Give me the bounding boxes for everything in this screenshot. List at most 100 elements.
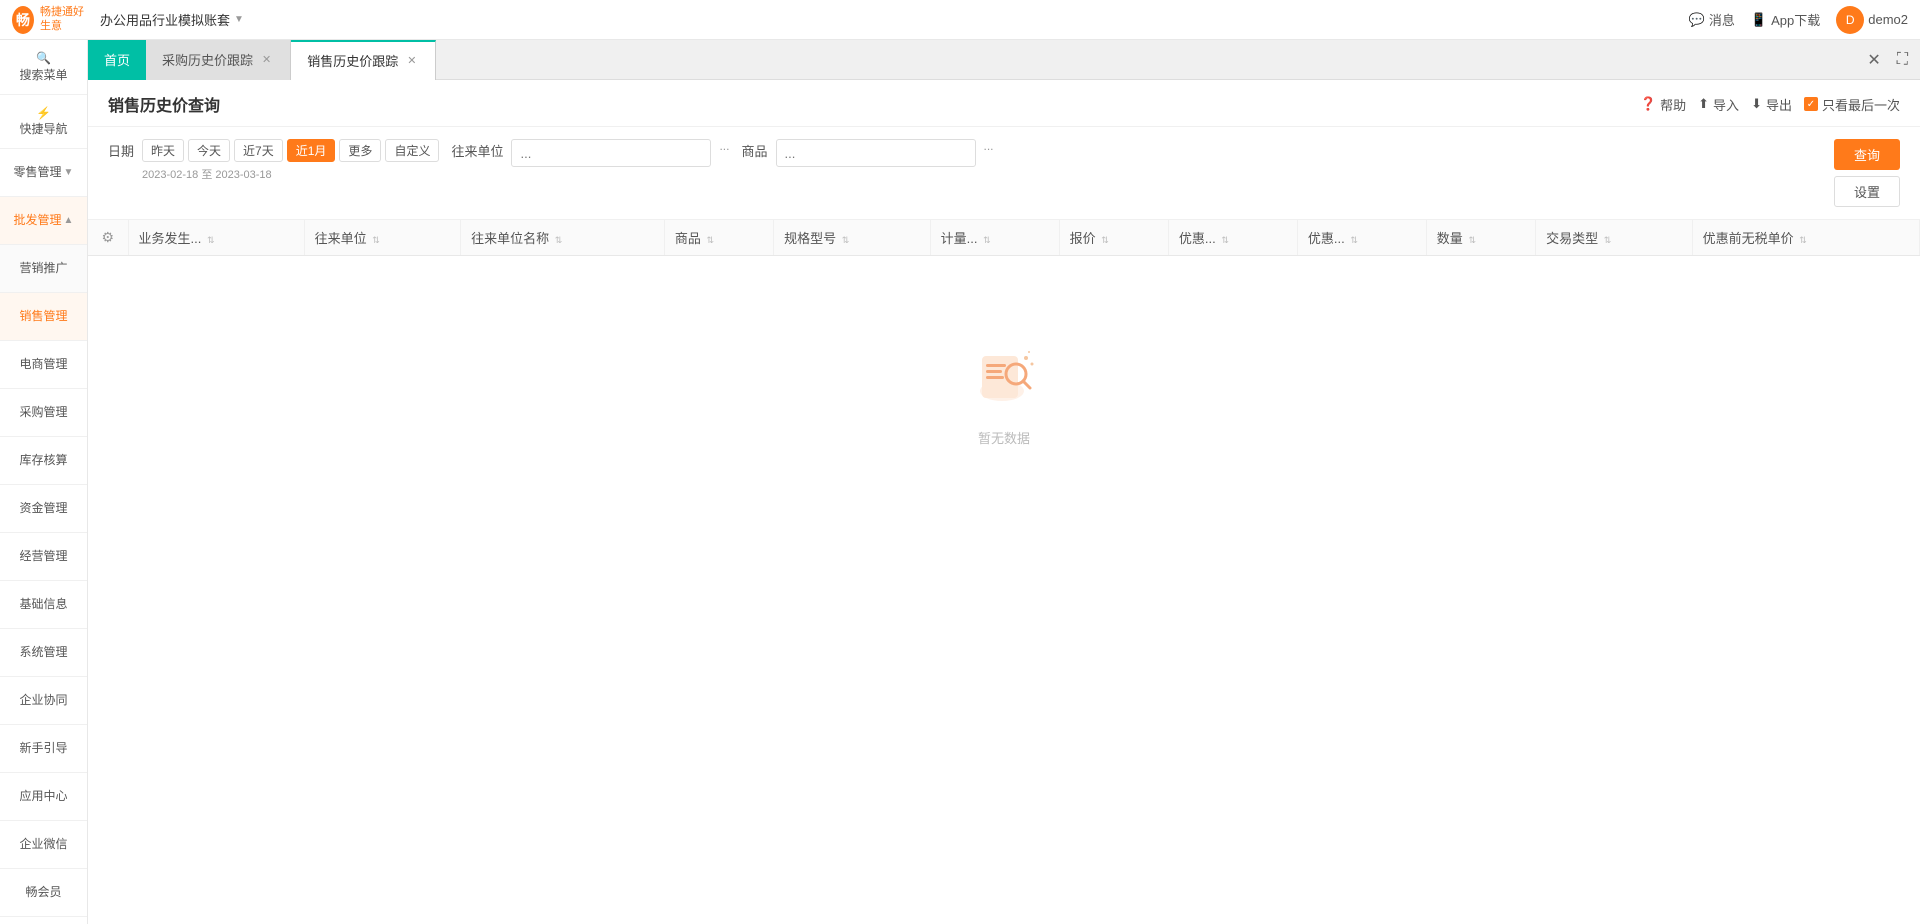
- th-discount2[interactable]: 优惠... ⇅: [1297, 220, 1426, 256]
- export-label: 导出: [1766, 95, 1792, 114]
- sidebar-label-quick-nav: 快捷导航: [19, 121, 67, 138]
- maximize-button[interactable]: ⛶: [1893, 47, 1912, 73]
- sidebar-item-retail[interactable]: 零售管理 ▼: [0, 149, 87, 197]
- sidebar-item-system[interactable]: 系统管理: [0, 629, 87, 677]
- sidebar-label-marketing: 营销推广: [19, 260, 67, 277]
- sort-arrows-discount2: ⇅: [1350, 235, 1358, 245]
- sidebar-item-sales-mgmt[interactable]: 销售管理: [0, 293, 87, 341]
- query-button[interactable]: 查询: [1834, 139, 1900, 170]
- sort-arrows-partner-name: ⇅: [555, 235, 563, 245]
- export-link[interactable]: ⬇ 导出: [1751, 95, 1792, 114]
- sidebar-label-operations: 经营管理: [19, 548, 67, 565]
- sidebar-item-inventory[interactable]: 库存核算: [0, 437, 87, 485]
- sidebar-item-newbie[interactable]: 新手引导: [0, 725, 87, 773]
- tab-purchase[interactable]: 采购历史价跟踪 ✕: [146, 40, 291, 80]
- sidebar-item-search[interactable]: 🔍 搜索菜单: [0, 40, 87, 95]
- th-unit-label: 计量...: [941, 231, 978, 246]
- th-goods[interactable]: 商品 ⇅: [664, 220, 773, 256]
- sidebar-item-member[interactable]: 畅会员: [0, 869, 87, 917]
- th-discount1[interactable]: 优惠... ⇅: [1168, 220, 1297, 256]
- th-no-tax-price[interactable]: 优惠前无税单价 ⇅: [1692, 220, 1919, 256]
- empty-text: 暂无数据: [978, 428, 1030, 447]
- sidebar-label-enterprise: 企业协同: [19, 692, 67, 709]
- partner-input[interactable]: [511, 139, 711, 167]
- topbar-left: 畅 畅捷通好生意 办公用品行业模拟账套 ▼: [12, 6, 244, 34]
- th-partner-code[interactable]: 往来单位 ⇅: [304, 220, 461, 256]
- th-trade-type[interactable]: 交易类型 ⇅: [1536, 220, 1693, 256]
- chevron-down-icon: ▼: [234, 14, 244, 25]
- sidebar-label-wholesale: 批发管理: [14, 212, 62, 229]
- search-icon: 🔍: [36, 50, 51, 67]
- sidebar-item-finance[interactable]: 资金管理: [0, 485, 87, 533]
- th-settings: ⚙: [88, 220, 128, 256]
- message-label: 消息: [1709, 10, 1735, 29]
- partner-filter-label: 往来单位: [451, 139, 503, 160]
- table-header-row: ⚙ 业务发生... ⇅ 往来单位 ⇅: [88, 220, 1920, 256]
- sort-arrows-trade: ⇅: [1604, 235, 1612, 245]
- date-btn-last7[interactable]: 近7天: [234, 139, 283, 162]
- th-partner-name[interactable]: 往来单位名称 ⇅: [461, 220, 665, 256]
- date-filter-group: 日期 昨天 今天 近7天 近1月 更多 自定义 2023-02-18 至 202…: [108, 139, 439, 182]
- sales-tab-close[interactable]: ✕: [404, 53, 419, 68]
- import-link[interactable]: ⬆ 导入: [1698, 95, 1739, 114]
- sidebar-item-operations[interactable]: 经营管理: [0, 533, 87, 581]
- only-last-checkbox[interactable]: ✓ 只看最后一次: [1804, 95, 1900, 114]
- sidebar-item-marketing[interactable]: 营销推广: [0, 245, 87, 293]
- close-tab-button[interactable]: ✕: [1863, 46, 1884, 74]
- app-download-action[interactable]: 📱 App下载: [1751, 10, 1820, 29]
- sidebar-item-basics[interactable]: 基础信息: [0, 581, 87, 629]
- help-icon: ❓: [1640, 96, 1656, 112]
- page-title: 销售历史价查询: [108, 92, 220, 116]
- topbar-right: 💬 消息 📱 App下载 D demo2: [1689, 6, 1908, 34]
- date-btn-yesterday[interactable]: 昨天: [142, 139, 184, 162]
- th-biz-date[interactable]: 业务发生... ⇅: [128, 220, 304, 256]
- date-range-text: 2023-02-18 至 2023-03-18: [142, 166, 439, 182]
- th-spec[interactable]: 规格型号 ⇅: [774, 220, 931, 256]
- table-container: ⚙ 业务发生... ⇅ 往来单位 ⇅: [88, 220, 1920, 527]
- th-qty[interactable]: 数量 ⇅: [1426, 220, 1535, 256]
- th-no-tax-price-label: 优惠前无税单价: [1703, 231, 1794, 246]
- selector-text: 办公用品行业模拟账套: [100, 10, 230, 29]
- date-btn-more[interactable]: 更多: [339, 139, 381, 162]
- sidebar-item-quick-nav[interactable]: ⚡ 快捷导航: [0, 95, 87, 150]
- goods-filter-label: 商品: [741, 139, 767, 160]
- topbar: 畅 畅捷通好生意 办公用品行业模拟账套 ▼ 💬 消息 📱 App下载 D dem…: [0, 0, 1920, 40]
- sidebar-item-app-center[interactable]: 应用中心: [0, 773, 87, 821]
- tab-sales[interactable]: 销售历史价跟踪 ✕: [291, 40, 436, 80]
- sort-arrows-quote: ⇅: [1101, 235, 1109, 245]
- sort-arrows-biz-date: ⇅: [207, 235, 215, 245]
- tab-home[interactable]: 首页: [88, 40, 146, 80]
- date-btn-custom[interactable]: 自定义: [385, 139, 439, 162]
- sidebar-label-member: 畅会员: [25, 884, 61, 901]
- date-btn-last1m[interactable]: 近1月: [287, 139, 336, 162]
- logo-icon: 畅: [12, 6, 34, 34]
- sidebar-item-wechat[interactable]: 企业微信: [0, 821, 87, 869]
- message-action[interactable]: 💬 消息: [1689, 10, 1735, 29]
- sort-arrows-qty: ⇅: [1468, 235, 1476, 245]
- checkbox-checked-icon: ✓: [1804, 97, 1818, 111]
- app-selector[interactable]: 办公用品行业模拟账套 ▼: [100, 10, 244, 29]
- help-link[interactable]: ❓ 帮助: [1640, 95, 1686, 114]
- avatar: D: [1836, 6, 1864, 34]
- purchase-tab-close[interactable]: ✕: [259, 52, 274, 67]
- gear-icon[interactable]: ⚙: [101, 229, 114, 246]
- date-btn-today[interactable]: 今天: [188, 139, 230, 162]
- sidebar-item-wholesale[interactable]: 批发管理 ▲: [0, 197, 87, 245]
- sidebar-item-purchase[interactable]: 采购管理: [0, 389, 87, 437]
- th-discount1-label: 优惠...: [1179, 231, 1216, 246]
- goods-filter-group: 商品 ...: [741, 139, 993, 167]
- sidebar-label-app-center: 应用中心: [19, 788, 67, 805]
- sidebar-item-enterprise[interactable]: 企业协同: [0, 677, 87, 725]
- app-download-label: App下载: [1771, 10, 1820, 29]
- sidebar-item-ecommerce[interactable]: 电商管理: [0, 341, 87, 389]
- sort-arrows-spec: ⇅: [842, 235, 850, 245]
- goods-dots: ...: [984, 139, 994, 153]
- th-unit[interactable]: 计量... ⇅: [930, 220, 1059, 256]
- goods-input[interactable]: [776, 139, 976, 167]
- settings-button[interactable]: 设置: [1834, 176, 1900, 207]
- user-area[interactable]: D demo2: [1836, 6, 1908, 34]
- th-quote[interactable]: 报价 ⇅: [1059, 220, 1168, 256]
- chevron-right-icon: ▼: [64, 166, 74, 180]
- sort-arrows-partner: ⇅: [372, 235, 380, 245]
- sort-arrows-discount1: ⇅: [1221, 235, 1229, 245]
